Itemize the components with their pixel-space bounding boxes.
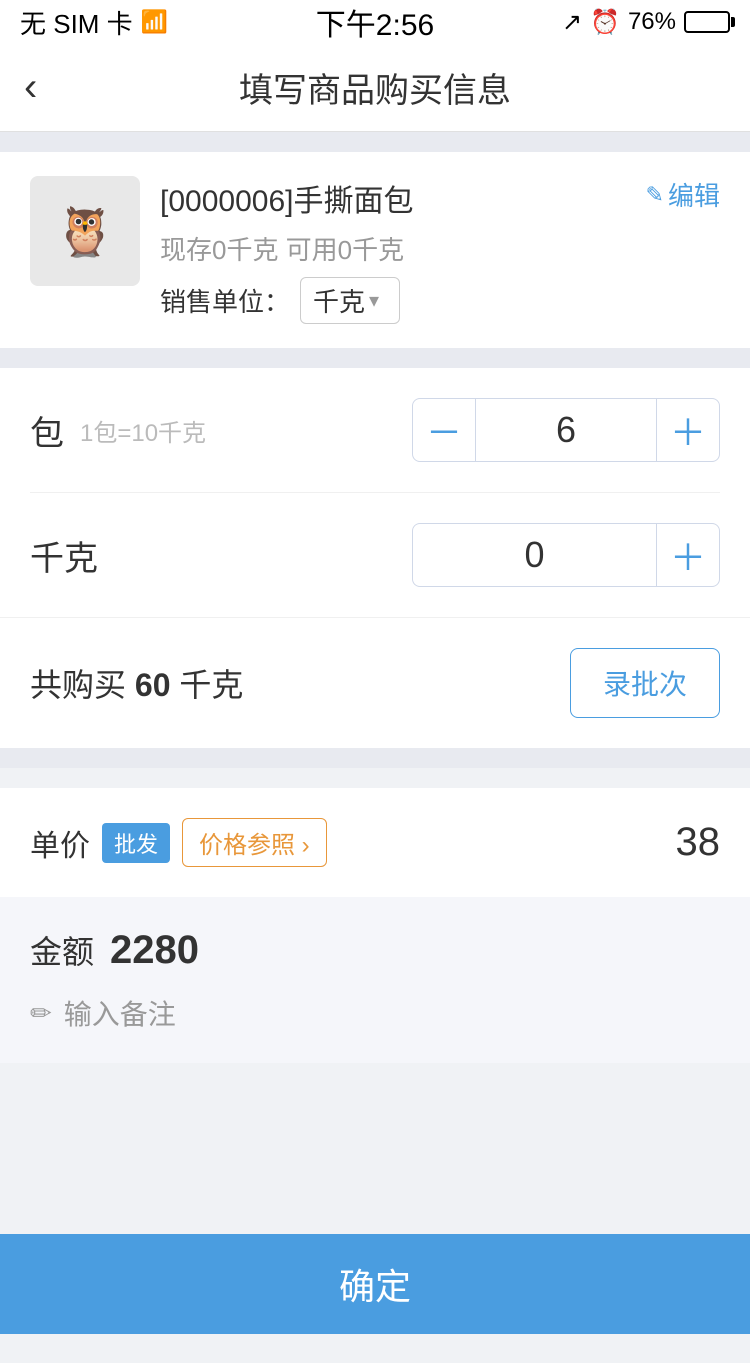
nav-bar: ‹ 填写商品购买信息: [0, 44, 750, 132]
price-label: 单价: [30, 821, 90, 865]
mid-divider-1: [0, 348, 750, 368]
price-value: 38: [676, 820, 721, 865]
status-bar: 无 SIM 卡 📶 下午2:56 ↗ ⏰ 76%: [0, 0, 750, 44]
price-tag: 批发: [102, 823, 170, 863]
price-section: 单价 批发 价格参照 › 38: [0, 788, 750, 897]
amount-label: 金额: [30, 927, 94, 973]
battery-percent: 76%: [628, 8, 676, 36]
unit-value: 千克: [313, 282, 365, 319]
amount-value: 2280: [110, 928, 199, 973]
product-unit-row: 销售单位： 千克 ▾: [160, 277, 720, 324]
battery-icon: [684, 11, 730, 33]
pack-minus-button[interactable]: －: [412, 398, 476, 462]
price-left: 单价 批发 价格参照 ›: [30, 818, 327, 867]
total-value: 60: [135, 667, 179, 703]
pack-plus-button[interactable]: ＋: [656, 398, 720, 462]
mid-divider-2: [0, 748, 750, 768]
pack-input-row: 包 1包=10千克 － ＋: [30, 368, 720, 493]
product-logo-icon: 🦉: [55, 203, 115, 260]
kg-label: 千克: [30, 531, 98, 580]
kg-input[interactable]: [412, 523, 656, 587]
price-ref-label: 价格参照 ›: [199, 825, 310, 860]
kg-input-row: 千克 ＋: [30, 493, 720, 617]
chevron-down-icon: ▾: [369, 288, 379, 313]
product-stock: 现存0千克 可用0千克: [160, 230, 720, 267]
kg-stepper: ＋: [412, 523, 720, 587]
confirm-label: 确定: [339, 1258, 411, 1310]
alarm-icon: ⏰: [590, 8, 620, 37]
kg-plus-button[interactable]: ＋: [656, 523, 720, 587]
note-label: 输入备注: [64, 993, 176, 1033]
pencil-icon: ✏: [30, 998, 52, 1029]
amount-section: 金额 2280 ✏ 输入备注: [0, 897, 750, 1063]
pack-input[interactable]: [476, 398, 656, 462]
product-card: 🦉 [0000006]手撕面包 现存0千克 可用0千克 销售单位： 千克 ▾ ✎…: [0, 152, 750, 348]
location-icon: ↗: [562, 8, 582, 37]
price-ref-button[interactable]: 价格参照 ›: [182, 818, 327, 867]
carrier-text: 无 SIM 卡: [20, 4, 133, 41]
status-carrier: 无 SIM 卡 📶: [20, 4, 168, 41]
edit-button[interactable]: ✎ 编辑: [646, 176, 720, 213]
note-row[interactable]: ✏ 输入备注: [30, 993, 720, 1033]
confirm-button[interactable]: 确定: [0, 1234, 750, 1334]
batch-label: 录批次: [603, 669, 687, 700]
product-name: [0000006]手撕面包: [160, 176, 720, 220]
pack-hint: 1包=10千克: [80, 413, 206, 448]
status-right: ↗ ⏰ 76%: [562, 8, 730, 37]
kg-label-text: 千克: [30, 531, 98, 580]
page-title: 填写商品购买信息: [239, 63, 511, 112]
unit-label: 销售单位：: [160, 282, 290, 319]
amount-row: 金额 2280: [30, 927, 720, 973]
edit-icon: ✎: [646, 182, 664, 208]
product-info: [0000006]手撕面包 现存0千克 可用0千克 销售单位： 千克 ▾: [160, 176, 720, 324]
top-divider: [0, 132, 750, 152]
wifi-icon: 📶: [141, 9, 168, 35]
product-image: 🦉: [30, 176, 140, 286]
edit-label: 编辑: [668, 176, 720, 213]
input-section: 包 1包=10千克 － ＋ 千克 ＋: [0, 368, 750, 617]
back-button[interactable]: ‹: [24, 65, 37, 110]
total-unit: 千克: [179, 667, 243, 703]
unit-select[interactable]: 千克 ▾: [300, 277, 400, 324]
pack-label-text: 包: [30, 406, 64, 455]
total-label: 共购买: [30, 667, 126, 703]
pack-label: 包 1包=10千克: [30, 406, 206, 455]
total-text: 共购买 60 千克: [30, 660, 243, 706]
batch-button[interactable]: 录批次: [570, 648, 720, 718]
total-batch-section: 共购买 60 千克 录批次: [0, 617, 750, 748]
status-time: 下午2:56: [316, 0, 434, 44]
pack-stepper: － ＋: [412, 398, 720, 462]
